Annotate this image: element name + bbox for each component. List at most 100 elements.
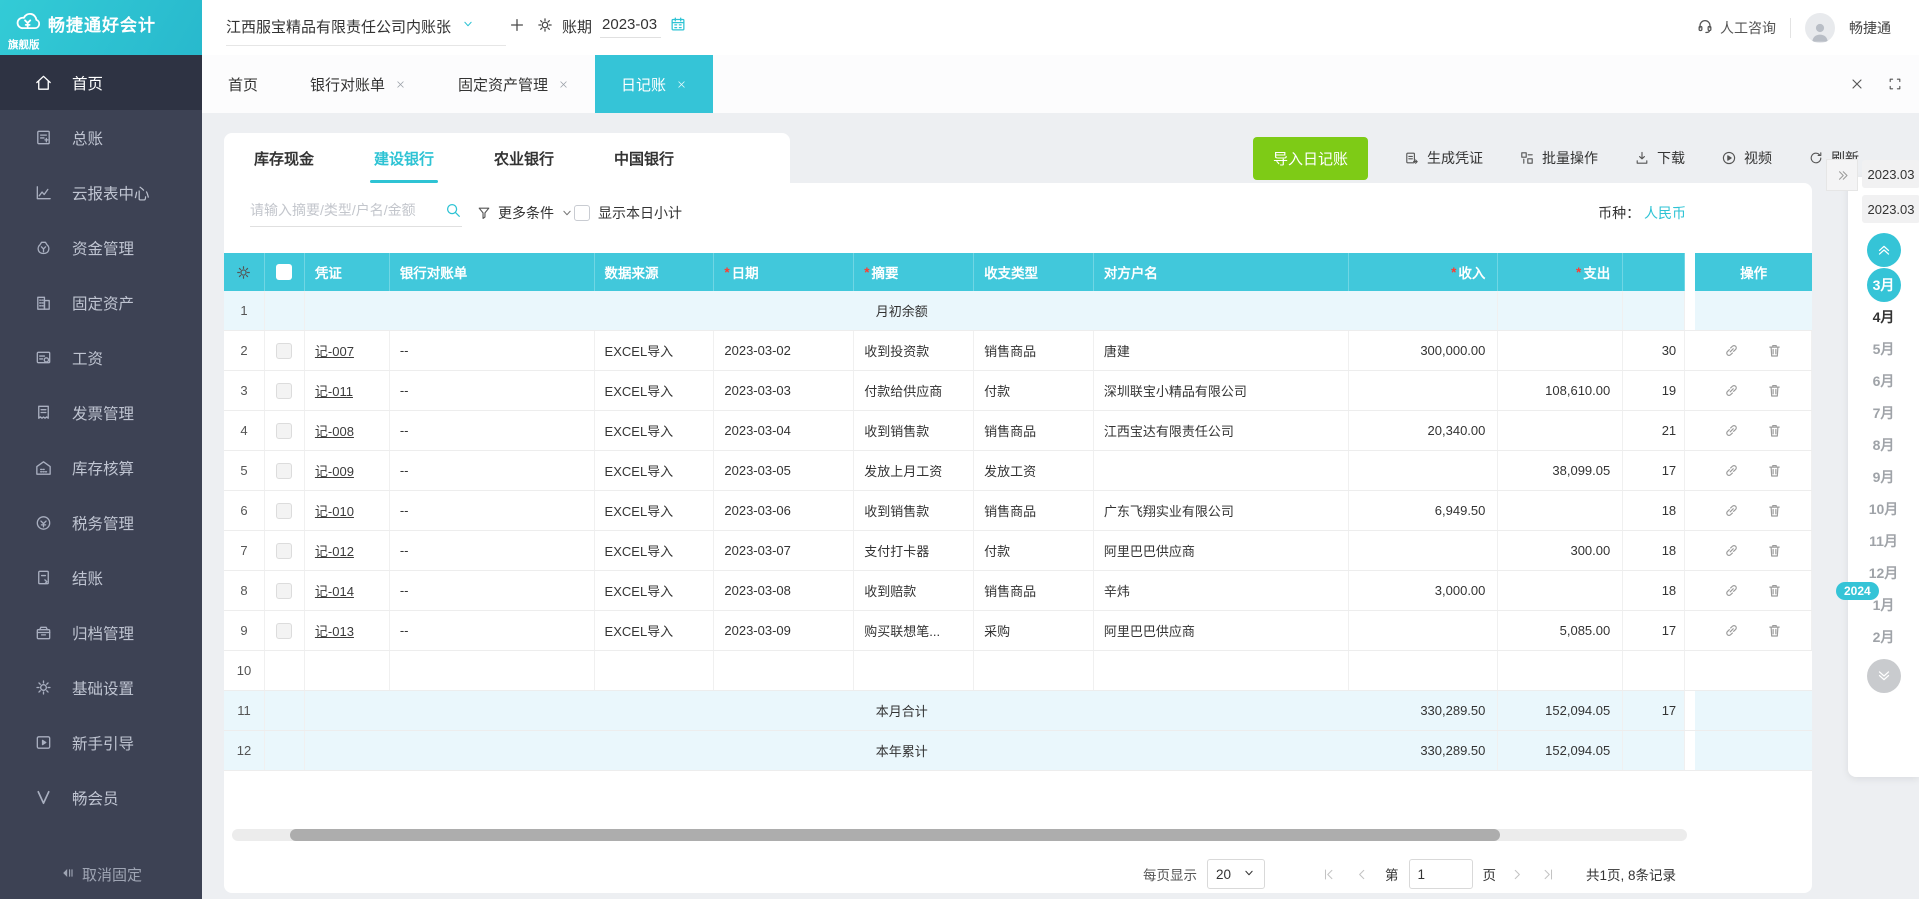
tab-4[interactable]: 日记账 <box>595 55 714 113</box>
row-checkbox-cell[interactable] <box>265 611 305 650</box>
sidebar-item-8[interactable]: 库存核算 <box>0 440 202 495</box>
sidebar-item-12[interactable]: 基础设置 <box>0 660 202 715</box>
row-checkbox[interactable] <box>276 422 293 439</box>
trash-icon[interactable] <box>1766 422 1783 439</box>
month-item-11月[interactable]: 11月 <box>1848 525 1919 557</box>
trash-icon[interactable] <box>1766 622 1783 639</box>
last-page-icon[interactable] <box>1541 867 1556 882</box>
link-icon[interactable] <box>1723 422 1740 439</box>
bank-tab-1[interactable]: 库存现金 <box>224 133 344 183</box>
avatar[interactable] <box>1805 12 1835 43</box>
month-item-9月[interactable]: 9月 <box>1848 461 1919 493</box>
close-icon[interactable] <box>1849 76 1865 92</box>
link-icon[interactable] <box>1723 582 1740 599</box>
company-selector[interactable]: 江西服宝精品有限责任公司内账张 <box>226 12 506 46</box>
row-checkbox-cell[interactable] <box>265 411 305 450</box>
row-checkbox[interactable] <box>276 582 293 599</box>
daily-subtotal-checkbox[interactable] <box>574 205 590 221</box>
download-button[interactable]: 下载 <box>1634 148 1685 168</box>
tab-1[interactable]: 首页 <box>202 55 284 113</box>
row-checkbox[interactable] <box>276 542 293 559</box>
row-checkbox-cell[interactable] <box>265 491 305 530</box>
month-item-5月[interactable]: 5月 <box>1848 333 1919 365</box>
sidebar-item-2[interactable]: 总账 <box>0 110 202 165</box>
sidebar-item-11[interactable]: 归档管理 <box>0 605 202 660</box>
link-icon[interactable] <box>1723 542 1740 559</box>
link-icon[interactable] <box>1723 342 1740 359</box>
search-icon[interactable] <box>444 201 462 219</box>
select-all-checkbox[interactable] <box>265 253 305 291</box>
tab-2[interactable]: 银行对账单 <box>284 55 432 113</box>
voucher-cell[interactable]: 记-010 <box>305 491 390 530</box>
search-input[interactable] <box>250 202 444 218</box>
table-settings-gear-icon[interactable] <box>224 253 265 291</box>
sidebar-item-1[interactable]: 首页 <box>0 55 202 110</box>
row-checkbox-cell[interactable] <box>265 331 305 370</box>
bank-tab-2[interactable]: 建设银行 <box>344 133 464 183</box>
month-item-6月[interactable]: 6月 <box>1848 365 1919 397</box>
row-checkbox-cell[interactable] <box>265 371 305 410</box>
month-item-4月[interactable]: 4月 <box>1848 301 1919 333</box>
video-button[interactable]: 视频 <box>1721 148 1772 168</box>
import-journal-button[interactable]: 导入日记账 <box>1252 136 1368 180</box>
human-consult-button[interactable]: 人工咨询 <box>1696 17 1776 38</box>
scroll-months-up-icon[interactable] <box>1866 233 1901 267</box>
link-icon[interactable] <box>1723 462 1740 479</box>
bank-tab-3[interactable]: 农业银行 <box>464 133 584 183</box>
voucher-cell[interactable]: 记-011 <box>305 371 390 410</box>
period-box-selected[interactable]: 2023.03 <box>1862 195 1919 223</box>
month-item-10月[interactable]: 10月 <box>1848 493 1919 525</box>
link-icon[interactable] <box>1723 502 1740 519</box>
row-checkbox[interactable] <box>276 342 293 359</box>
trash-icon[interactable] <box>1766 382 1783 399</box>
voucher-cell[interactable]: 记-009 <box>305 451 390 490</box>
per-page-select[interactable]: 20 <box>1207 859 1265 889</box>
month-item-7月[interactable]: 7月 <box>1848 397 1919 429</box>
page-number-input[interactable] <box>1408 859 1473 889</box>
tab-3[interactable]: 固定资产管理 <box>432 55 595 113</box>
voucher-gen-button[interactable]: 生成凭证 <box>1404 148 1483 168</box>
row-checkbox[interactable] <box>276 382 293 399</box>
sidebar-item-14[interactable]: 畅会员 <box>0 770 202 825</box>
sidebar-item-5[interactable]: 固定资产 <box>0 275 202 330</box>
fullscreen-icon[interactable] <box>1887 76 1903 92</box>
period-box-top[interactable]: 2023.03 <box>1862 160 1919 188</box>
link-icon[interactable] <box>1723 382 1740 399</box>
first-page-icon[interactable] <box>1321 867 1336 882</box>
row-checkbox-cell[interactable] <box>265 571 305 610</box>
row-checkbox[interactable] <box>276 622 293 639</box>
month-item-8月[interactable]: 8月 <box>1848 429 1919 461</box>
trash-icon[interactable] <box>1766 542 1783 559</box>
account-settings-gear-icon[interactable] <box>536 16 554 39</box>
sidebar-item-10[interactable]: 结账 <box>0 550 202 605</box>
more-conditions-button[interactable]: 更多条件 <box>476 203 574 223</box>
tab-close-icon[interactable] <box>558 79 569 90</box>
scroll-months-down-icon[interactable] <box>1866 659 1901 693</box>
tab-close-icon[interactable] <box>676 79 687 90</box>
month-item-2月[interactable]: 2月 <box>1848 621 1919 653</box>
sidebar-item-7[interactable]: 发票管理 <box>0 385 202 440</box>
tab-close-icon[interactable] <box>395 79 406 90</box>
month-item-3月[interactable]: 3月 <box>1848 268 1919 302</box>
sidebar-item-4[interactable]: 资金管理 <box>0 220 202 275</box>
daily-subtotal-toggle[interactable]: 显示本日小计 <box>574 203 682 223</box>
row-checkbox[interactable] <box>276 502 293 519</box>
period-value[interactable]: 2023-03 <box>600 16 662 38</box>
bank-tab-4[interactable]: 中国银行 <box>584 133 704 183</box>
sidebar-item-9[interactable]: 税务管理 <box>0 495 202 550</box>
horizontal-scrollbar-thumb[interactable] <box>290 829 1500 841</box>
voucher-cell[interactable]: 记-012 <box>305 531 390 570</box>
row-checkbox-cell[interactable] <box>265 531 305 570</box>
horizontal-scrollbar-track[interactable] <box>232 829 1687 841</box>
sidebar-item-3[interactable]: 云报表中心 <box>0 165 202 220</box>
add-account-button[interactable] <box>508 16 526 39</box>
currency-value[interactable]: 人民币 <box>1644 205 1686 221</box>
sidebar-item-13[interactable]: 新手引导 <box>0 715 202 770</box>
batch-button[interactable]: 批量操作 <box>1519 148 1598 168</box>
trash-icon[interactable] <box>1766 342 1783 359</box>
trash-icon[interactable] <box>1766 462 1783 479</box>
prev-page-icon[interactable] <box>1354 867 1369 882</box>
link-icon[interactable] <box>1723 622 1740 639</box>
trash-icon[interactable] <box>1766 582 1783 599</box>
voucher-cell[interactable]: 记-008 <box>305 411 390 450</box>
